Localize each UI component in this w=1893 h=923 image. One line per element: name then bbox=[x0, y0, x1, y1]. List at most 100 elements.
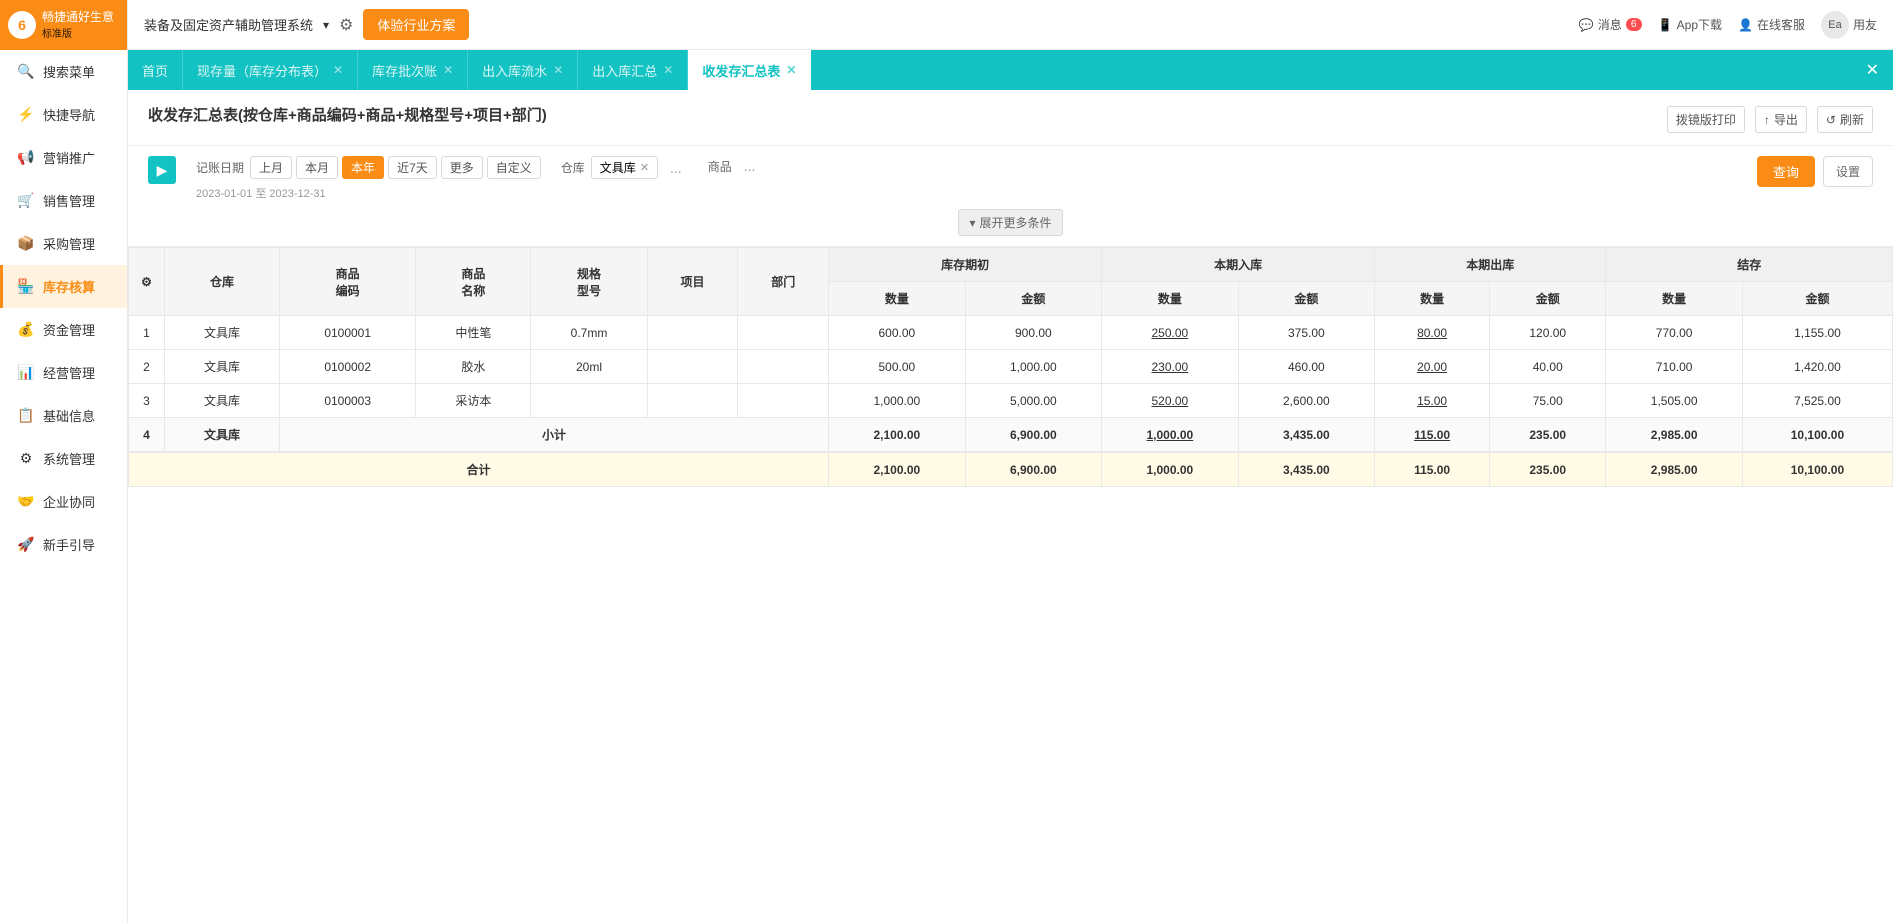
main-area: 装备及固定资产辅助管理系统 ▾ ⚙ 体验行业方案 💬 消息 6 📱 App下载 … bbox=[128, 0, 1893, 923]
sidebar-item-marketing[interactable]: 📢营销推广 bbox=[0, 136, 127, 179]
filter-toggle-button[interactable]: ▶ bbox=[148, 156, 176, 184]
cell-goods-name: 胶水 bbox=[416, 350, 531, 384]
sidebar-item-sales[interactable]: 🛒销售管理 bbox=[0, 179, 127, 222]
sidebar-item-label: 新手引导 bbox=[43, 535, 95, 554]
goods-more-button[interactable]: ... bbox=[738, 156, 762, 176]
app-download-label: App下载 bbox=[1677, 16, 1722, 33]
tab-close-inout-flow[interactable]: ✕ bbox=[553, 63, 563, 77]
table-col-settings[interactable]: ⚙ bbox=[129, 248, 165, 316]
system-dropdown[interactable]: ▾ bbox=[323, 18, 329, 32]
col-header-warehouse: 仓库 bbox=[165, 248, 280, 316]
sidebar-item-base-info[interactable]: 📋基础信息 bbox=[0, 394, 127, 437]
cell-out-qty[interactable]: 80.00 bbox=[1375, 316, 1490, 350]
date-period-buttons: 上月 本月 本年 近7天 更多 自定义 bbox=[250, 156, 541, 179]
sidebar-item-label: 快捷导航 bbox=[43, 105, 95, 124]
col-header-opening-qty: 数量 bbox=[829, 282, 966, 316]
sidebar-item-purchase[interactable]: 📦采购管理 bbox=[0, 222, 127, 265]
date-btn-custom[interactable]: 自定义 bbox=[487, 156, 541, 179]
cell-in-qty[interactable]: 520.00 bbox=[1102, 384, 1239, 418]
export-button[interactable]: ↑ 导出 bbox=[1755, 106, 1807, 133]
tab-home[interactable]: 首页 bbox=[128, 50, 183, 90]
system-name: 装备及固定资产辅助管理系统 bbox=[144, 15, 313, 34]
tab-receive-summary[interactable]: 收发存汇总表✕ bbox=[688, 50, 811, 90]
tab-label: 出入库流水 bbox=[482, 61, 547, 80]
export-icon: ↑ bbox=[1764, 113, 1770, 127]
cell-project bbox=[647, 384, 738, 418]
cell-out-qty[interactable]: 20.00 bbox=[1375, 350, 1490, 384]
user-item[interactable]: Ea 用友 bbox=[1821, 11, 1877, 39]
warehouse-more-button[interactable]: ... bbox=[664, 158, 688, 178]
sidebar-item-inventory[interactable]: 🏪库存核算 bbox=[0, 265, 127, 308]
sidebar-item-operations[interactable]: 📊经营管理 bbox=[0, 351, 127, 394]
date-btn-more[interactable]: 更多 bbox=[441, 156, 483, 179]
sidebar-item-quick-nav[interactable]: ⚡快捷导航 bbox=[0, 93, 127, 136]
page-title: 收发存汇总表(按仓库+商品编码+商品+规格型号+项目+部门) bbox=[148, 104, 547, 125]
tab-close-inventory-dist[interactable]: ✕ bbox=[333, 63, 343, 77]
experience-button[interactable]: 体验行业方案 bbox=[363, 9, 469, 40]
tab-close-inout-summary[interactable]: ✕ bbox=[663, 63, 673, 77]
total-in-qty: 1,000.00 bbox=[1102, 452, 1239, 487]
col-group-in: 本期入库 bbox=[1102, 248, 1375, 282]
table-row: 2 文具库 0100002 胶水 20ml 500.00 1,000.00 23… bbox=[129, 350, 1893, 384]
tab-close-receive-summary[interactable]: ✕ bbox=[786, 63, 796, 77]
data-table: ⚙ 仓库 商品编码 商品名称 规格型号 项目 部门 库存期初 本期入库 本期出库… bbox=[128, 247, 1893, 487]
total-in-amt: 3,435.00 bbox=[1238, 452, 1375, 487]
date-filter-group: 记账日期 上月 本月 本年 近7天 更多 自定义 2023-01-01 至 20… bbox=[196, 156, 541, 201]
cell-opening-qty: 600.00 bbox=[829, 316, 966, 350]
logo-icon: 6 bbox=[8, 11, 36, 39]
subtotal-label: 小计 bbox=[279, 418, 828, 453]
date-btn-this-year[interactable]: 本年 bbox=[342, 156, 384, 179]
cell-goods-spec: 0.7mm bbox=[531, 316, 647, 350]
date-btn-prev-month[interactable]: 上月 bbox=[250, 156, 292, 179]
logo-text: 畅捷通好生意 标准版 bbox=[42, 10, 114, 41]
query-button[interactable]: 查询 bbox=[1757, 156, 1815, 187]
page-content: 收发存汇总表(按仓库+商品编码+商品+规格型号+项目+部门) 拨镜版打印 ↑ 导… bbox=[128, 90, 1893, 923]
sidebar-item-collab[interactable]: 🤝企业协同 bbox=[0, 480, 127, 523]
cell-no: 2 bbox=[129, 350, 165, 384]
online-service-item[interactable]: 👤 在线客服 bbox=[1738, 16, 1805, 33]
date-btn-this-month[interactable]: 本月 bbox=[296, 156, 338, 179]
tab-batch[interactable]: 库存批次账✕ bbox=[358, 50, 468, 90]
finance-icon: 💰 bbox=[17, 321, 35, 338]
app-download-item[interactable]: 📱 App下载 bbox=[1658, 16, 1722, 33]
message-item[interactable]: 💬 消息 6 bbox=[1579, 16, 1642, 33]
close-all-tabs[interactable]: ✕ bbox=[1852, 60, 1893, 80]
tab-inout-summary[interactable]: 出入库汇总✕ bbox=[578, 50, 688, 90]
cell-goods-spec bbox=[531, 384, 647, 418]
refresh-button[interactable]: ↺ 刷新 bbox=[1817, 106, 1873, 133]
table-row: 3 文具库 0100003 采访本 1,000.00 5,000.00 520.… bbox=[129, 384, 1893, 418]
sidebar-item-finance[interactable]: 💰资金管理 bbox=[0, 308, 127, 351]
subtotal-no: 4 bbox=[129, 418, 165, 453]
tab-inout-flow[interactable]: 出入库流水 ✕ bbox=[468, 50, 578, 90]
cell-goods-code: 0100003 bbox=[279, 384, 416, 418]
subtotal-out-amt: 235.00 bbox=[1490, 418, 1606, 453]
cell-out-qty[interactable]: 15.00 bbox=[1375, 384, 1490, 418]
cell-balance-qty: 1,505.00 bbox=[1606, 384, 1743, 418]
sidebar-item-search[interactable]: 🔍搜索菜单 bbox=[0, 50, 127, 93]
cell-in-qty[interactable]: 250.00 bbox=[1102, 316, 1239, 350]
sidebar-item-system[interactable]: ⚙系统管理 bbox=[0, 437, 127, 480]
sidebar-item-guide[interactable]: 🚀新手引导 bbox=[0, 523, 127, 566]
col-header-opening-amt: 金额 bbox=[965, 282, 1102, 316]
sidebar-item-label: 系统管理 bbox=[43, 449, 95, 468]
tab-inventory-dist[interactable]: 现存量（库存分布表）✕ bbox=[183, 50, 358, 90]
cell-in-qty[interactable]: 230.00 bbox=[1102, 350, 1239, 384]
filter-settings-button[interactable]: 设置 bbox=[1823, 156, 1873, 187]
warehouse-tag-close[interactable]: ✕ bbox=[640, 161, 649, 174]
refresh-icon: ↺ bbox=[1826, 113, 1836, 127]
tab-close-batch[interactable]: ✕ bbox=[443, 63, 453, 77]
online-service-label: 在线客服 bbox=[1757, 16, 1805, 33]
subtotal-warehouse: 文具库 bbox=[165, 418, 280, 453]
expand-icon: ▾ bbox=[969, 216, 975, 230]
col-header-balance-amt: 金额 bbox=[1742, 282, 1892, 316]
cell-in-amt: 460.00 bbox=[1238, 350, 1375, 384]
print-button[interactable]: 拨镜版打印 bbox=[1667, 106, 1745, 133]
operations-icon: 📊 bbox=[17, 364, 35, 381]
tab-label: 首页 bbox=[142, 61, 168, 80]
cell-goods-code: 0100002 bbox=[279, 350, 416, 384]
total-label: 合计 bbox=[129, 452, 829, 487]
date-btn-7days[interactable]: 近7天 bbox=[388, 156, 437, 179]
expand-conditions-button[interactable]: ▾ 展开更多条件 bbox=[958, 209, 1062, 236]
gear-icon[interactable]: ⚙ bbox=[339, 15, 353, 35]
subtotal-in-qty: 1,000.00 bbox=[1102, 418, 1239, 453]
